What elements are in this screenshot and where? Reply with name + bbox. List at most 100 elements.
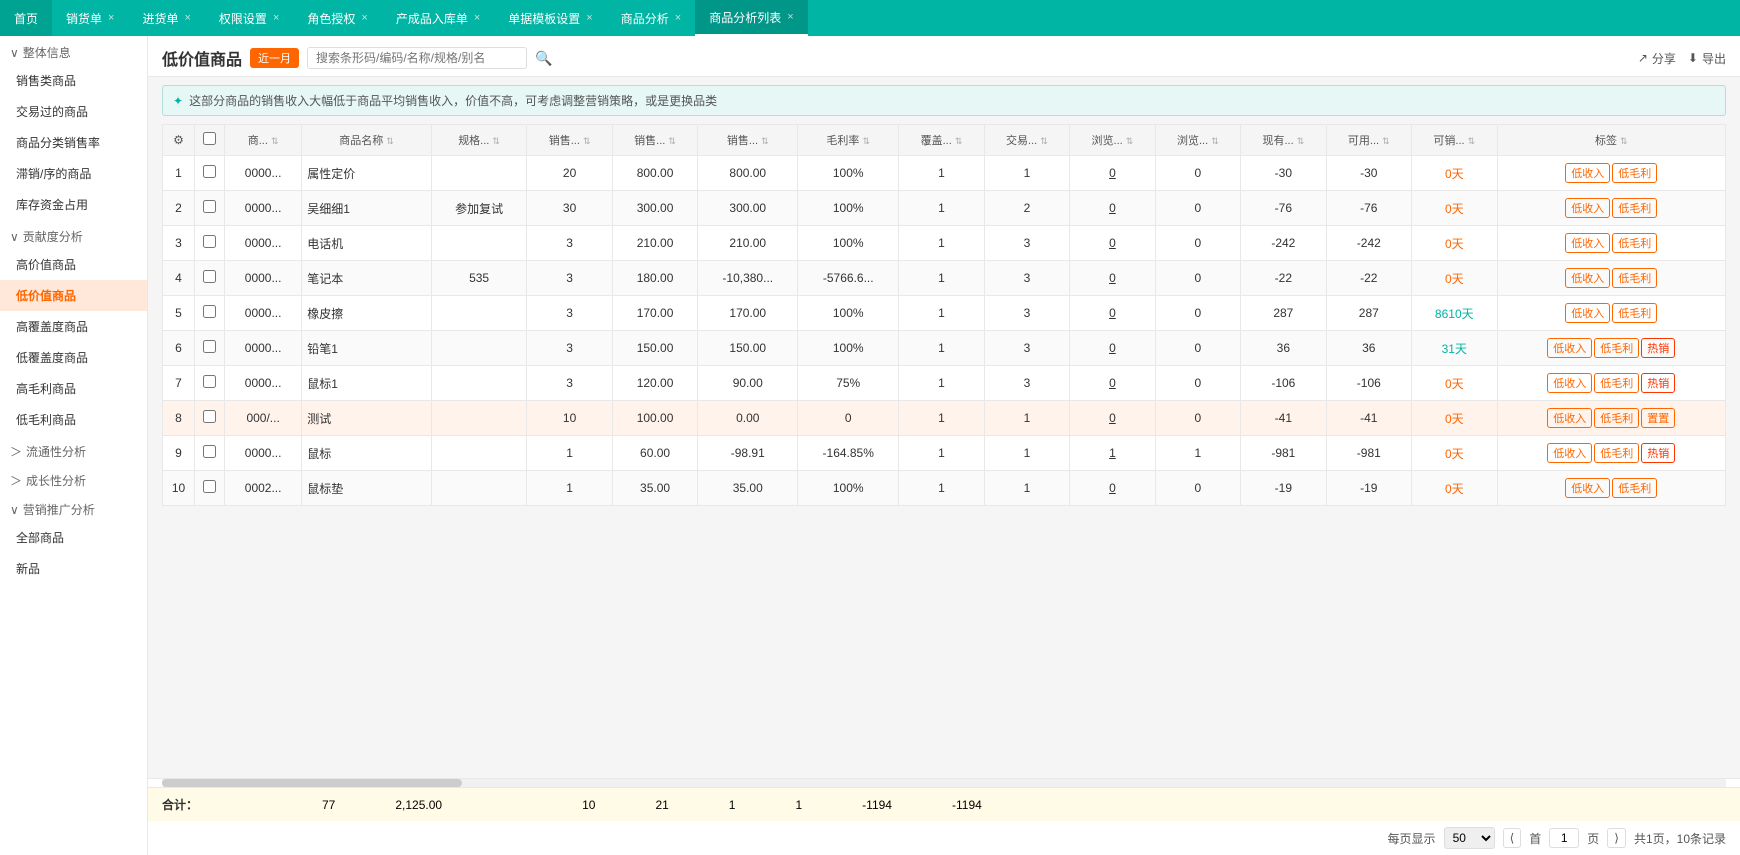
row-checkbox-input[interactable] — [203, 340, 216, 353]
view-link[interactable]: 0 — [1109, 341, 1116, 355]
search-icon[interactable]: 🔍 — [535, 50, 552, 67]
row-code: 0000... — [225, 296, 302, 331]
close-icon[interactable]: × — [273, 12, 279, 24]
nav-sales-order[interactable]: 销货单 × — [52, 0, 128, 36]
row-checkbox[interactable] — [195, 191, 225, 226]
row-checkbox-input[interactable] — [203, 305, 216, 318]
close-icon[interactable]: × — [361, 12, 367, 24]
col-current: 现有... ⇅ — [1241, 125, 1326, 156]
sidebar-group-marketing[interactable]: ∨ 营销推广分析 — [0, 493, 147, 522]
row-checkbox[interactable] — [195, 261, 225, 296]
alert-bar: ✦ 这部分商品的销售收入大幅低于商品平均销售收入，价值不高，可考虑调整营销策略，… — [162, 85, 1726, 116]
row-code: 000/... — [225, 401, 302, 436]
close-icon[interactable]: × — [108, 12, 114, 24]
view-link[interactable]: 0 — [1109, 271, 1116, 285]
sidebar-item-inventory-funds[interactable]: 库存资金占用 — [0, 189, 147, 220]
nav-template-settings[interactable]: 单据模板设置 × — [494, 0, 606, 36]
sidebar-item-all-products[interactable]: 全部商品 — [0, 522, 147, 553]
scrollbar-thumb[interactable] — [162, 779, 462, 787]
export-button[interactable]: ⬇ 导出 — [1688, 50, 1726, 67]
row-checkbox-input[interactable] — [203, 375, 216, 388]
view-link[interactable]: 0 — [1109, 481, 1116, 495]
row-checkbox-input[interactable] — [203, 165, 216, 178]
sidebar-item-traded-products[interactable]: 交易过的商品 — [0, 96, 147, 127]
sidebar-group-liquidity[interactable]: ＞ 流通性分析 — [0, 435, 147, 464]
next-page-button[interactable]: ⟩ — [1607, 828, 1626, 848]
content-header: 低价值商品 近一月 🔍 ↗ 分享 ⬇ 导出 — [148, 36, 1740, 77]
sidebar-item-sales-products[interactable]: 销售类商品 — [0, 65, 147, 96]
date-badge[interactable]: 近一月 — [250, 48, 299, 68]
nav-home[interactable]: 首页 — [0, 0, 52, 36]
view-link[interactable]: 1 — [1109, 446, 1116, 460]
row-checkbox-input[interactable] — [203, 270, 216, 283]
col-gear[interactable]: ⚙ — [163, 125, 195, 156]
row-checkbox-input[interactable] — [203, 200, 216, 213]
row-num: 6 — [163, 331, 195, 366]
row-available: -41 — [1326, 401, 1411, 436]
share-button[interactable]: ↗ 分享 — [1638, 50, 1676, 67]
row-sale-qty: 1 — [527, 436, 612, 471]
sidebar-item-low-value[interactable]: 低价值商品 — [0, 280, 147, 311]
sidebar-group-growth[interactable]: ＞ 成长性分析 — [0, 464, 147, 493]
row-checkbox[interactable] — [195, 436, 225, 471]
search-input[interactable] — [307, 47, 527, 69]
row-checkbox-input[interactable] — [203, 445, 216, 458]
close-icon[interactable]: × — [787, 11, 793, 23]
view-link[interactable]: 0 — [1109, 236, 1116, 250]
view-link[interactable]: 0 — [1109, 166, 1116, 180]
view-link[interactable]: 0 — [1109, 376, 1116, 390]
sidebar-item-category-sales-rate[interactable]: 商品分类销售率 — [0, 127, 147, 158]
select-all-checkbox[interactable] — [203, 132, 216, 145]
view-link[interactable]: 0 — [1109, 306, 1116, 320]
sidebar-item-new-products[interactable]: 新品 — [0, 553, 147, 584]
first-page-button[interactable]: ⟨ — [1503, 828, 1522, 848]
row-current: -22 — [1241, 261, 1326, 296]
row-checkbox[interactable] — [195, 296, 225, 331]
nav-product-analysis-list[interactable]: 商品分析列表 × — [695, 0, 807, 36]
sidebar-group-contribution[interactable]: ∨ 贡献度分析 — [0, 220, 147, 249]
row-saleable: 0天 — [1412, 471, 1497, 506]
row-checkbox[interactable] — [195, 366, 225, 401]
tag-低毛利: 低毛利 — [1612, 478, 1657, 498]
sidebar-item-low-margin[interactable]: 低毛利商品 — [0, 404, 147, 435]
close-icon[interactable]: × — [675, 12, 681, 24]
row-checkbox-input[interactable] — [203, 410, 216, 423]
nav-role-auth[interactable]: 角色授权 × — [293, 0, 381, 36]
row-checkbox[interactable] — [195, 401, 225, 436]
row-spec — [431, 331, 527, 366]
sidebar-item-high-margin[interactable]: 高毛利商品 — [0, 373, 147, 404]
close-icon[interactable]: × — [474, 12, 480, 24]
row-available: -242 — [1326, 226, 1411, 261]
per-page-select[interactable]: 50 100 200 — [1444, 827, 1495, 849]
horizontal-scrollbar[interactable] — [162, 779, 1726, 787]
close-icon[interactable]: × — [586, 12, 592, 24]
view-link[interactable]: 0 — [1109, 201, 1116, 215]
tag-置置: 置置 — [1641, 408, 1675, 428]
sidebar-item-low-coverage[interactable]: 低覆盖度商品 — [0, 342, 147, 373]
row-checkbox[interactable] — [195, 331, 225, 366]
row-checkbox[interactable] — [195, 471, 225, 506]
chevron-down-icon: ∨ — [10, 230, 19, 244]
info-icon: ✦ — [173, 94, 183, 108]
tag-低毛利: 低毛利 — [1594, 373, 1639, 393]
chevron-down-icon: ∨ — [10, 503, 19, 517]
nav-product-analysis[interactable]: 商品分析 × — [607, 0, 695, 36]
row-checkbox-input[interactable] — [203, 235, 216, 248]
view-link[interactable]: 0 — [1109, 411, 1116, 425]
nav-product-warehouse[interactable]: 产成品入库单 × — [382, 0, 494, 36]
row-checkbox[interactable] — [195, 156, 225, 191]
table-row: 2 0000... 吴细细1 参加复试 30 300.00 300.00 100… — [163, 191, 1726, 226]
gear-icon[interactable]: ⚙ — [173, 133, 184, 147]
row-available: -981 — [1326, 436, 1411, 471]
sidebar-item-high-coverage[interactable]: 高覆盖度商品 — [0, 311, 147, 342]
page-number-input[interactable] — [1549, 828, 1579, 848]
sidebar-item-high-value[interactable]: 高价值商品 — [0, 249, 147, 280]
close-icon[interactable]: × — [184, 12, 190, 24]
nav-permissions[interactable]: 权限设置 × — [205, 0, 293, 36]
sidebar-group-overall[interactable]: ∨ 整体信息 — [0, 36, 147, 65]
nav-purchase-order[interactable]: 进货单 × — [128, 0, 204, 36]
sidebar-item-slow-products[interactable]: 滞销/序的商品 — [0, 158, 147, 189]
row-checkbox-input[interactable] — [203, 480, 216, 493]
tag-低毛利: 低毛利 — [1594, 443, 1639, 463]
row-checkbox[interactable] — [195, 226, 225, 261]
